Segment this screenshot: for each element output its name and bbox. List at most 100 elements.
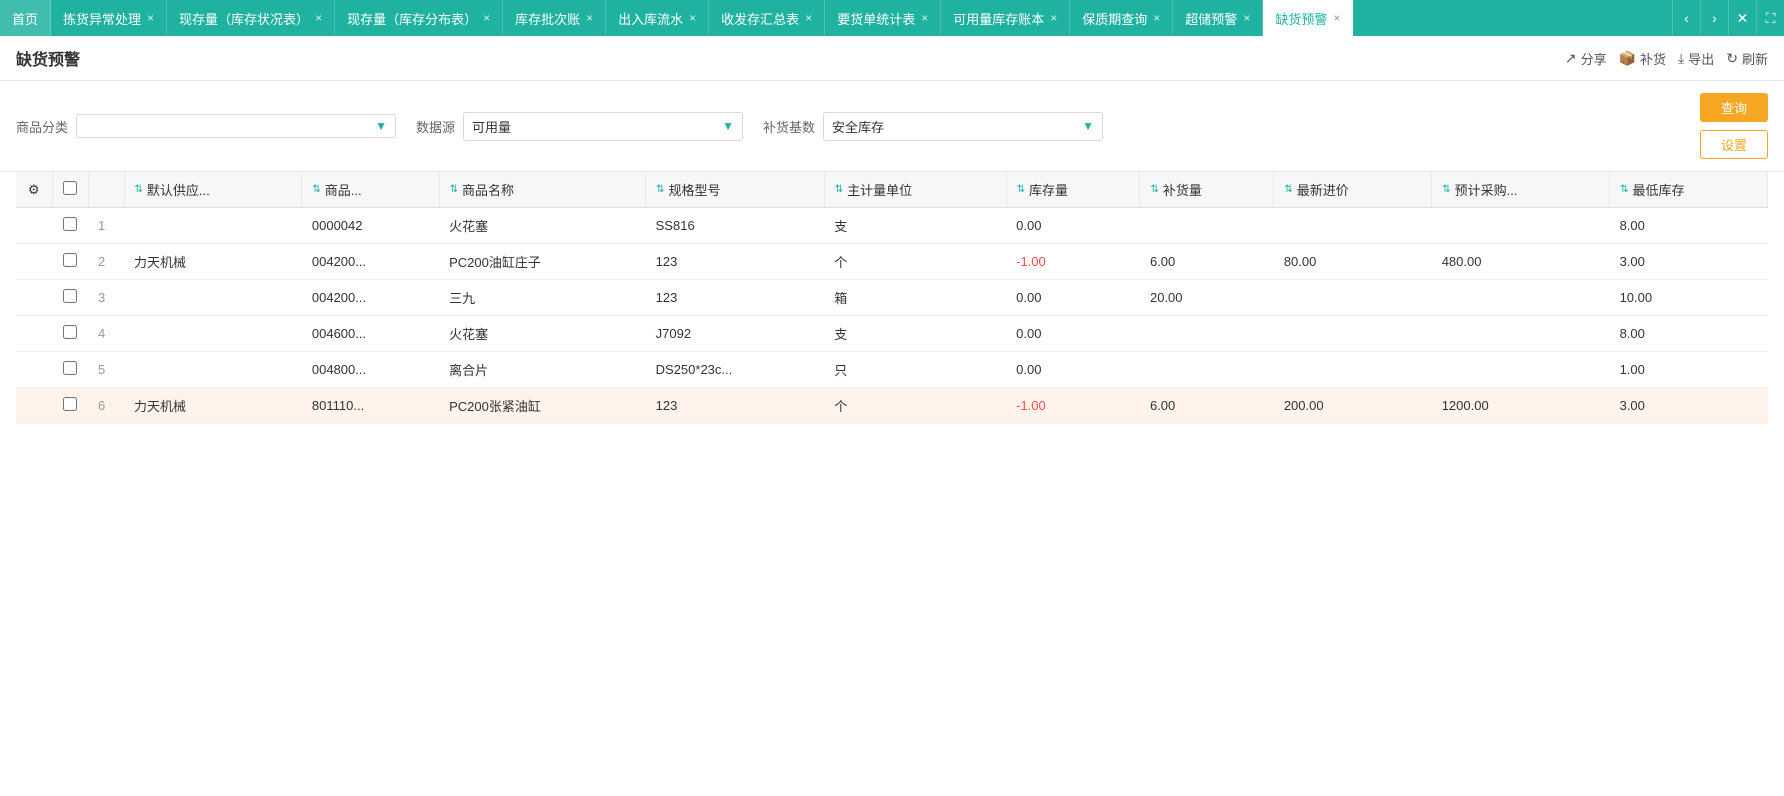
query-button[interactable]: 查询 <box>1700 93 1768 122</box>
datasource-select-value: 可用量 <box>472 117 511 136</box>
close-icon[interactable]: × <box>147 11 154 25</box>
row-checkbox[interactable] <box>63 325 77 339</box>
row-unit: 只 <box>824 352 1006 388</box>
th-min-stock[interactable]: ⇅ 最低库存 <box>1610 172 1768 208</box>
tab-collection[interactable]: 收发存汇总表 × <box>709 0 825 36</box>
row-latest-price <box>1274 208 1432 244</box>
export-button[interactable]: ⤓ 导出 <box>1678 49 1714 68</box>
th-supplier[interactable]: ⇅ 默认供应... <box>124 172 302 208</box>
row-checkbox[interactable] <box>63 397 77 411</box>
tab-exception[interactable]: 拣货异常处理 × <box>51 0 167 36</box>
table-row[interactable]: 6力天机械801110...PC200张紧油缸123个-1.006.00200.… <box>16 388 1768 424</box>
table-row[interactable]: 4004600...火花塞J7092支0.008.00 <box>16 316 1768 352</box>
refresh-button[interactable]: ↻ 刷新 <box>1726 49 1768 68</box>
row-latest-price <box>1274 280 1432 316</box>
row-est-purchase <box>1432 352 1610 388</box>
sort-icon: ⇅ <box>1284 184 1292 195</box>
tab-overstock[interactable]: 超储预警 × <box>1173 0 1263 36</box>
base-filter-group: 补货基数 安全库存 ▼ <box>763 112 1103 141</box>
close-icon[interactable]: × <box>1050 11 1057 25</box>
row-stock: 0.00 <box>1006 316 1140 352</box>
table-wrapper: ⚙ ⇅ 默认供应... ⇅ 商 <box>0 172 1784 424</box>
sort-icon: ⇅ <box>656 184 664 195</box>
th-latest-price[interactable]: ⇅ 最新进价 <box>1274 172 1432 208</box>
row-spec: 123 <box>646 244 825 280</box>
tab-demand-stats[interactable]: 要货单统计表 × <box>825 0 941 36</box>
tab-inout-flow[interactable]: 出入库流水 × <box>606 0 709 36</box>
tab-home[interactable]: 首页 <box>0 0 51 36</box>
close-icon[interactable]: × <box>1333 11 1340 25</box>
row-checkbox-cell <box>52 244 88 280</box>
table-row[interactable]: 3004200...三九123箱0.0020.0010.00 <box>16 280 1768 316</box>
th-stock[interactable]: ⇅ 库存量 <box>1006 172 1140 208</box>
row-gear-cell <box>16 316 52 352</box>
row-product-code: 004200... <box>302 244 439 280</box>
chevron-down-icon: ▼ <box>722 119 734 133</box>
th-product-code[interactable]: ⇅ 商品... <box>302 172 439 208</box>
row-checkbox[interactable] <box>63 253 77 267</box>
close-icon[interactable]: × <box>1243 11 1250 25</box>
data-table: ⚙ ⇅ 默认供应... ⇅ 商 <box>16 172 1768 424</box>
row-min-stock: 3.00 <box>1610 244 1768 280</box>
filter-bar: 商品分类 ▼ 数据源 可用量 ▼ 补货基数 安全库存 ▼ 查询 设置 <box>0 81 1784 172</box>
tab-expiry[interactable]: 保质期查询 × <box>1070 0 1173 36</box>
tab-inventory-status[interactable]: 现存量（库存状况表） × <box>167 0 335 36</box>
base-select[interactable]: 安全库存 ▼ <box>823 112 1103 141</box>
row-product-name: 火花塞 <box>439 208 646 244</box>
datasource-filter-group: 数据源 可用量 ▼ <box>416 112 743 141</box>
th-checkbox <box>52 172 88 208</box>
row-unit: 支 <box>824 208 1006 244</box>
row-product-name: PC200张紧油缸 <box>439 388 646 424</box>
row-restock-qty: 6.00 <box>1140 388 1274 424</box>
select-all-checkbox[interactable] <box>63 181 77 195</box>
row-sequence: 1 <box>88 208 124 244</box>
share-button[interactable]: ↗ 分享 <box>1565 49 1607 68</box>
row-supplier <box>124 280 302 316</box>
row-checkbox[interactable] <box>63 361 77 375</box>
row-spec: 123 <box>646 388 825 424</box>
tab-close-all-button[interactable]: ✕ <box>1728 0 1756 36</box>
table-row[interactable]: 10000042火花塞SS816支0.008.00 <box>16 208 1768 244</box>
refresh-icon: ↻ <box>1726 50 1738 67</box>
row-min-stock: 10.00 <box>1610 280 1768 316</box>
tab-inventory-dist[interactable]: 现存量（库存分布表） × <box>335 0 503 36</box>
th-spec[interactable]: ⇅ 规格型号 <box>646 172 825 208</box>
close-icon[interactable]: × <box>586 11 593 25</box>
th-restock-qty[interactable]: ⇅ 补货量 <box>1140 172 1274 208</box>
close-icon[interactable]: × <box>689 11 696 25</box>
row-product-code: 801110... <box>302 388 439 424</box>
close-icon[interactable]: × <box>1153 11 1160 25</box>
th-unit[interactable]: ⇅ 主计量单位 <box>824 172 1006 208</box>
row-checkbox[interactable] <box>63 289 77 303</box>
table-row[interactable]: 5004800...离合片DS250*23c...只0.001.00 <box>16 352 1768 388</box>
tab-next-button[interactable]: › <box>1700 0 1728 36</box>
close-icon[interactable]: × <box>315 11 322 25</box>
tab-available-ledger[interactable]: 可用量库存账本 × <box>941 0 1070 36</box>
tab-expand-button[interactable]: ⛶ <box>1756 0 1784 36</box>
th-gear[interactable]: ⚙ <box>16 172 52 208</box>
row-stock: 0.00 <box>1006 280 1140 316</box>
th-est-purchase[interactable]: ⇅ 预计采购... <box>1432 172 1610 208</box>
row-supplier: 力天机械 <box>124 388 302 424</box>
table-row[interactable]: 2力天机械004200...PC200油缸庄子123个-1.006.0080.0… <box>16 244 1768 280</box>
row-product-code: 004600... <box>302 316 439 352</box>
restock-button[interactable]: 📦 补货 <box>1619 49 1666 68</box>
row-stock: -1.00 <box>1006 388 1140 424</box>
category-select[interactable]: ▼ <box>76 114 396 138</box>
row-checkbox-cell <box>52 208 88 244</box>
settings-button[interactable]: 设置 <box>1700 130 1768 159</box>
row-checkbox[interactable] <box>63 217 77 231</box>
tab-batch[interactable]: 库存批次账 × <box>503 0 606 36</box>
table-body: 10000042火花塞SS816支0.008.002力天机械004200...P… <box>16 208 1768 424</box>
gear-icon[interactable]: ⚙ <box>28 182 40 197</box>
close-icon[interactable]: × <box>921 11 928 25</box>
datasource-select[interactable]: 可用量 ▼ <box>463 112 743 141</box>
tab-bar: 首页 拣货异常处理 × 现存量（库存状况表） × 现存量（库存分布表） × 库存… <box>0 0 1784 36</box>
row-sequence: 3 <box>88 280 124 316</box>
close-icon[interactable]: × <box>483 11 490 25</box>
tab-prev-button[interactable]: ‹ <box>1672 0 1700 36</box>
th-product-name[interactable]: ⇅ 商品名称 <box>439 172 646 208</box>
row-spec: 123 <box>646 280 825 316</box>
tab-shortage[interactable]: 缺货预警 × <box>1263 0 1353 36</box>
close-icon[interactable]: × <box>805 11 812 25</box>
